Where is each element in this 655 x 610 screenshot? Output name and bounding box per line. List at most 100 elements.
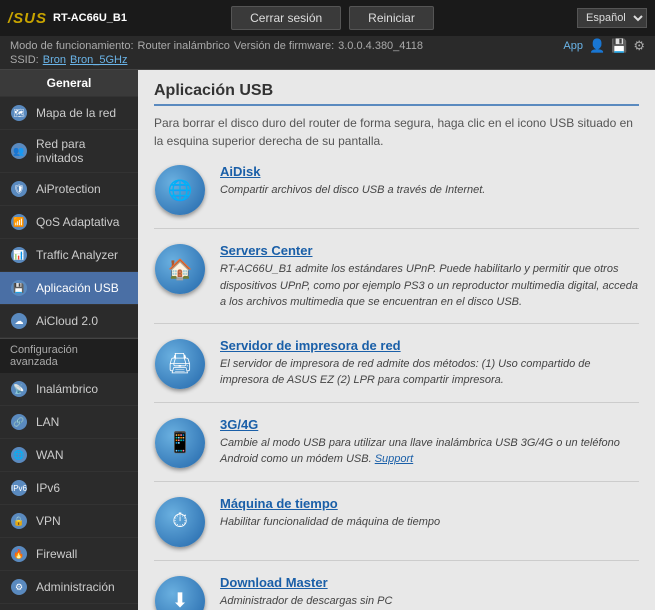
map-icon: 🗺 <box>10 104 28 122</box>
logo-area: /SUS RT-AC66U_B1 <box>8 10 138 27</box>
sidebar-label-wifi: Inalámbrico <box>36 382 98 396</box>
sidebar-label-firewall: Firewall <box>36 547 77 561</box>
ssid1-link[interactable]: Bron <box>43 54 66 66</box>
servers-title[interactable]: Servers Center <box>220 243 639 258</box>
sidebar-item-ipv6[interactable]: IPv6 IPv6 <box>0 472 138 505</box>
printer-icon-wrap: 🖨 <box>154 338 206 390</box>
top-buttons: Cerrar sesión Reiniciar <box>138 6 527 30</box>
download-title[interactable]: Download Master <box>220 575 639 590</box>
servers-icon: 🏠 <box>155 244 205 294</box>
sidebar: General 🗺 Mapa de la red 👥 Red para invi… <box>0 70 138 610</box>
model-name: RT-AC66U_B1 <box>53 12 127 24</box>
ipv6-icon: IPv6 <box>10 479 28 497</box>
usb-item-servers-center: 🏠 Servers Center RT-AC66U_B1 admite los … <box>154 243 639 324</box>
sidebar-item-system-log[interactable]: 📋 Registro del sistema <box>0 604 138 610</box>
sidebar-item-wifi[interactable]: 📡 Inalámbrico <box>0 373 138 406</box>
shield-icon: 🛡 <box>10 180 28 198</box>
admin-icon: ⚙ <box>10 578 28 596</box>
ssid-label: SSID: <box>10 54 39 66</box>
servers-desc: RT-AC66U_B1 admite los estándares UPnP. … <box>220 261 639 311</box>
sidebar-item-admin[interactable]: ⚙ Administración <box>0 571 138 604</box>
sidebar-item-lan[interactable]: 🔗 LAN <box>0 406 138 439</box>
sidebar-label-ipv6: IPv6 <box>36 481 60 495</box>
sidebar-item-qos[interactable]: 📶 QoS Adaptativa <box>0 206 138 239</box>
sidebar-general-header: General <box>0 70 138 97</box>
download-text: Download Master Administrador de descarg… <box>220 575 639 610</box>
timemachine-text: Máquina de tiempo Habilitar funcionalida… <box>220 496 639 531</box>
top-bar: /SUS RT-AC66U_B1 Cerrar sesión Reiniciar… <box>0 0 655 36</box>
language-select[interactable]: Español <box>577 8 647 28</box>
sidebar-label-wan: WAN <box>36 448 64 462</box>
user-icon: 👤 <box>589 38 605 54</box>
sidebar-label-admin: Administración <box>36 580 115 594</box>
sidebar-label-mapa-red: Mapa de la red <box>36 106 116 120</box>
3g4g-desc: Cambie al modo USB para utilizar una lla… <box>220 435 639 468</box>
usb-item-3g4g: 📱 3G/4G Cambie al modo USB para utilizar… <box>154 417 639 482</box>
3g4g-icon-wrap: 📱 <box>154 417 206 469</box>
sidebar-label-usb-app: Aplicación USB <box>36 281 119 295</box>
fw-label: Versión de firmware: <box>234 40 334 52</box>
sidebar-item-red-invitados[interactable]: 👥 Red para invitados <box>0 130 138 173</box>
settings-icon[interactable]: ⚙ <box>633 38 645 54</box>
download-icon: ⬇ <box>155 576 205 610</box>
sidebar-label-vpn: VPN <box>36 514 61 528</box>
fw-version[interactable]: 3.0.0.4.380_4118 <box>338 40 423 52</box>
usb-item-aidisk: 🌐 AiDisk Compartir archivos del disco US… <box>154 164 639 229</box>
sidebar-label-red-invitados: Red para invitados <box>36 137 128 165</box>
wan-icon: 🌐 <box>10 446 28 464</box>
printer-desc: El servidor de impresora de red admite d… <box>220 356 639 389</box>
timemachine-title[interactable]: Máquina de tiempo <box>220 496 639 511</box>
timemachine-icon: ⏱ <box>155 497 205 547</box>
3g4g-title[interactable]: 3G/4G <box>220 417 639 432</box>
traffic-icon: 📊 <box>10 246 28 264</box>
mode-link[interactable]: Router inalámbrico <box>138 40 230 52</box>
sidebar-item-wan[interactable]: 🌐 WAN <box>0 439 138 472</box>
sidebar-label-aiprotection: AiProtection <box>36 182 101 196</box>
cloud-icon: ☁ <box>10 312 28 330</box>
3g4g-support-link[interactable]: Support <box>375 453 414 465</box>
sidebar-item-usb-app[interactable]: 💾 Aplicación USB <box>0 272 138 305</box>
restart-button[interactable]: Reiniciar <box>349 6 434 30</box>
sidebar-label-aicloud: AiCloud 2.0 <box>36 314 98 328</box>
page-description: Para borrar el disco duro del router de … <box>154 114 639 150</box>
sidebar-item-traffic[interactable]: 📊 Traffic Analyzer <box>0 239 138 272</box>
download-icon-wrap: ⬇ <box>154 575 206 610</box>
mode-bar: Modo de funcionamiento: Router inalámbri… <box>0 36 655 70</box>
usb-item-printer: 🖨 Servidor de impresora de red El servid… <box>154 338 639 403</box>
printer-text: Servidor de impresora de red El servidor… <box>220 338 639 389</box>
aidisk-icon: 🌐 <box>155 165 205 215</box>
servers-icon-wrap: 🏠 <box>154 243 206 295</box>
usb-app-icon: 💾 <box>10 279 28 297</box>
aidisk-title[interactable]: AiDisk <box>220 164 639 179</box>
printer-title[interactable]: Servidor de impresora de red <box>220 338 639 353</box>
sidebar-item-aiprotection[interactable]: 🛡 AiProtection <box>0 173 138 206</box>
usb-item-timemachine: ⏱ Máquina de tiempo Habilitar funcionali… <box>154 496 639 561</box>
close-session-button[interactable]: Cerrar sesión <box>231 6 341 30</box>
3g4g-text: 3G/4G Cambie al modo USB para utilizar u… <box>220 417 639 468</box>
sidebar-item-aicloud[interactable]: ☁ AiCloud 2.0 <box>0 305 138 338</box>
ssid2-link[interactable]: Bron_5GHz <box>70 54 127 66</box>
main-content: Aplicación USB Para borrar el disco duro… <box>138 70 655 610</box>
main-layout: General 🗺 Mapa de la red 👥 Red para invi… <box>0 70 655 610</box>
aidisk-desc: Compartir archivos del disco USB a travé… <box>220 182 639 199</box>
sidebar-label-qos: QoS Adaptativa <box>36 215 119 229</box>
qos-icon: 📶 <box>10 213 28 231</box>
mode-label: Modo de funcionamiento: <box>10 40 134 52</box>
printer-icon: 🖨 <box>155 339 205 389</box>
sidebar-item-firewall[interactable]: 🔥 Firewall <box>0 538 138 571</box>
servers-text: Servers Center RT-AC66U_B1 admite los es… <box>220 243 639 311</box>
sidebar-item-mapa-red[interactable]: 🗺 Mapa de la red <box>0 97 138 130</box>
asus-logo: /SUS <box>8 10 47 27</box>
top-right: Español <box>527 8 647 28</box>
sidebar-label-lan: LAN <box>36 415 59 429</box>
usb-icon[interactable]: 💾 <box>611 38 627 54</box>
aidisk-icon-wrap: 🌐 <box>154 164 206 216</box>
guests-icon: 👥 <box>10 142 28 160</box>
firewall-icon: 🔥 <box>10 545 28 563</box>
app-label: App <box>563 40 583 52</box>
vpn-icon: 🔒 <box>10 512 28 530</box>
download-desc: Administrador de descargas sin PC Instal… <box>220 593 639 610</box>
sidebar-label-traffic: Traffic Analyzer <box>36 248 118 262</box>
wifi-icon: 📡 <box>10 380 28 398</box>
sidebar-item-vpn[interactable]: 🔒 VPN <box>0 505 138 538</box>
